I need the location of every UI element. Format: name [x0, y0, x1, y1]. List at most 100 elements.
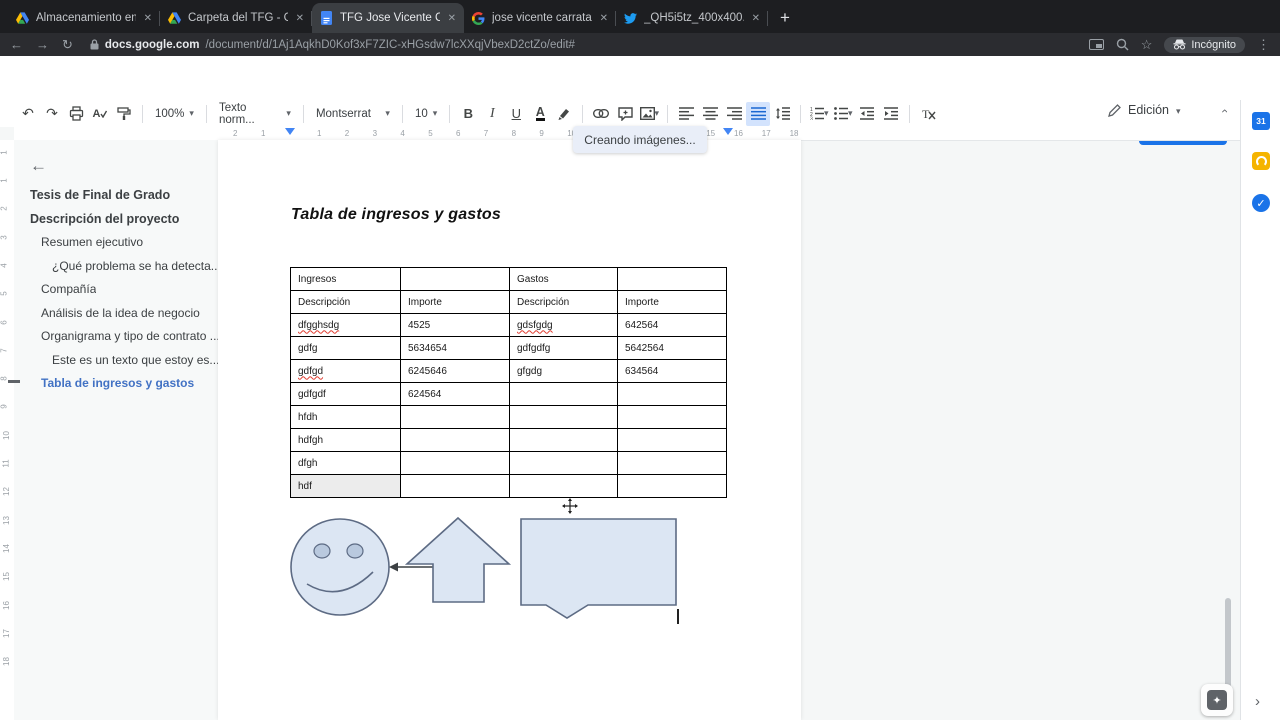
new-tab-button[interactable] — [772, 5, 798, 31]
drawing-shapes[interactable] — [285, 512, 705, 632]
url-field[interactable]: docs.google.com/document/d/1Aj1AqkhD0Kof… — [90, 39, 1076, 51]
zoom-select[interactable]: 100% — [149, 102, 200, 126]
table-cell[interactable] — [509, 474, 618, 498]
tasks-icon[interactable]: ✓ — [1252, 194, 1270, 212]
outline-item[interactable]: Tesis de Final de Grado — [30, 188, 170, 202]
back-icon[interactable] — [10, 38, 23, 51]
outline-item[interactable]: Resumen ejecutivo — [41, 235, 143, 249]
browser-tab[interactable]: Almacenamiento en la nube pa — [8, 3, 160, 33]
spellcheck-icon[interactable]: A — [88, 102, 112, 126]
undo-icon[interactable] — [16, 102, 40, 126]
hide-side-panel-icon[interactable] — [1255, 693, 1260, 710]
document-heading[interactable]: Tabla de ingresos y gastos — [291, 206, 501, 224]
collapse-toolbar-icon[interactable] — [1217, 109, 1231, 113]
browser-menu-icon[interactable] — [1257, 36, 1270, 54]
calendar-icon[interactable]: 31 — [1252, 112, 1270, 130]
table-cell[interactable]: Gastos — [509, 267, 618, 291]
bold-icon[interactable]: B — [456, 102, 480, 126]
table-cell[interactable]: 624564 — [400, 382, 510, 406]
table-cell[interactable]: Importe — [617, 290, 727, 314]
table-cell[interactable] — [400, 267, 510, 291]
zoom-icon[interactable] — [1116, 38, 1129, 51]
outline-item[interactable]: Tabla de ingresos y gastos — [41, 376, 194, 390]
insert-link-icon[interactable] — [589, 102, 613, 126]
clear-formatting-icon[interactable]: T — [916, 102, 940, 126]
align-center-icon[interactable] — [698, 102, 722, 126]
browser-tab[interactable]: TFG Jose Vicente Carratala - D — [312, 3, 464, 33]
outline-item[interactable]: Compañía — [41, 282, 96, 296]
table-cell[interactable]: dfgghsdg — [290, 313, 401, 337]
table-cell[interactable] — [617, 474, 727, 498]
text-color-icon[interactable]: A — [535, 106, 545, 121]
outline-item[interactable]: Organigrama y tipo de contrato ... — [41, 329, 220, 343]
font-select[interactable]: Montserrat — [310, 102, 396, 126]
forward-icon[interactable] — [36, 38, 49, 51]
outline-item[interactable]: Este es un texto que estoy es... — [52, 353, 219, 367]
justify-icon[interactable] — [746, 101, 771, 126]
outline-item[interactable]: Descripción del proyecto — [30, 212, 179, 226]
paragraph-style-select[interactable]: Texto norm... — [213, 102, 297, 126]
outline-item[interactable]: Análisis de la idea de negocio — [41, 306, 200, 320]
browser-tab[interactable]: _QH5i5tz_400x400.jpg (400×4 — [616, 3, 768, 33]
underline-icon[interactable]: U — [504, 102, 528, 126]
align-right-icon[interactable] — [722, 102, 746, 126]
table-cell[interactable]: Ingresos — [290, 267, 401, 291]
table-cell[interactable]: gdfg — [290, 336, 401, 360]
table-cell[interactable] — [617, 428, 727, 452]
table-cell[interactable] — [509, 405, 618, 429]
table-cell[interactable]: gdfgdf — [290, 382, 401, 406]
reload-icon[interactable] — [62, 38, 73, 51]
table-cell[interactable] — [509, 382, 618, 406]
indent-marker-left[interactable] — [285, 128, 295, 135]
highlight-color-icon[interactable] — [552, 102, 576, 126]
indent-marker-right[interactable] — [723, 128, 733, 135]
vertical-scrollbar[interactable] — [1225, 598, 1231, 690]
insert-comment-icon[interactable] — [613, 102, 637, 126]
redo-icon[interactable] — [40, 102, 64, 126]
table-cell[interactable]: 634564 — [617, 359, 727, 383]
table-cell[interactable]: 5634654 — [400, 336, 510, 360]
document-page[interactable]: Tabla de ingresos y gastos Ingresos Gasto… — [218, 140, 801, 720]
tab-close-icon[interactable] — [751, 13, 761, 24]
table-cell[interactable]: 5642564 — [617, 336, 727, 360]
table-cell[interactable]: gfgdg — [509, 359, 618, 383]
table-cell[interactable] — [400, 405, 510, 429]
table-cell[interactable] — [617, 382, 727, 406]
block-arrow-up-shape[interactable] — [404, 516, 512, 603]
table-cell[interactable]: Descripción — [290, 290, 401, 314]
rectangular-callout-shape[interactable] — [520, 518, 677, 619]
media-control-icon[interactable] — [1088, 39, 1104, 50]
table-cell[interactable]: gdfgdfg — [509, 336, 618, 360]
table-cell[interactable] — [617, 451, 727, 475]
tab-close-icon[interactable] — [295, 13, 305, 24]
explore-button[interactable] — [1201, 684, 1233, 716]
browser-tab[interactable]: jose vicente carratala - Búsque — [464, 3, 616, 33]
increase-indent-icon[interactable] — [879, 102, 903, 126]
table-cell[interactable]: Descripción — [509, 290, 618, 314]
close-outline-icon[interactable] — [30, 156, 47, 176]
browser-tab[interactable]: Carpeta del TFG - Google Driv — [160, 3, 312, 33]
table-cell[interactable]: 6245646 — [400, 359, 510, 383]
table-cell[interactable] — [400, 451, 510, 475]
table-cell[interactable]: hdfgh — [290, 428, 401, 452]
table-cell[interactable] — [617, 405, 727, 429]
tab-close-icon[interactable] — [599, 13, 609, 24]
table-cell[interactable]: 642564 — [617, 313, 727, 337]
keep-icon[interactable] — [1252, 152, 1270, 170]
table-cell[interactable] — [509, 451, 618, 475]
bulleted-list-icon[interactable] — [831, 102, 855, 126]
line-spacing-icon[interactable] — [770, 102, 794, 126]
editing-mode-select[interactable]: Edición — [1108, 103, 1181, 117]
table-cell[interactable]: gdsfgdg — [509, 313, 618, 337]
insert-image-icon[interactable] — [637, 102, 661, 126]
print-icon[interactable] — [64, 102, 88, 126]
table-cell[interactable] — [400, 428, 510, 452]
bookmark-star-icon[interactable] — [1141, 36, 1153, 54]
vertical-ruler[interactable]: 1 1 2 3 4 5 6 7 8 9 10 11 12 13 14 15 16 17 18 — [0, 140, 15, 720]
tab-close-icon[interactable] — [447, 13, 457, 24]
paint-format-icon[interactable] — [112, 102, 136, 126]
table-cell[interactable]: gdfgd — [290, 359, 401, 383]
decrease-indent-icon[interactable] — [855, 102, 879, 126]
outline-item[interactable]: ¿Qué problema se ha detecta... — [52, 259, 221, 273]
smiley-face-shape[interactable] — [290, 518, 390, 616]
